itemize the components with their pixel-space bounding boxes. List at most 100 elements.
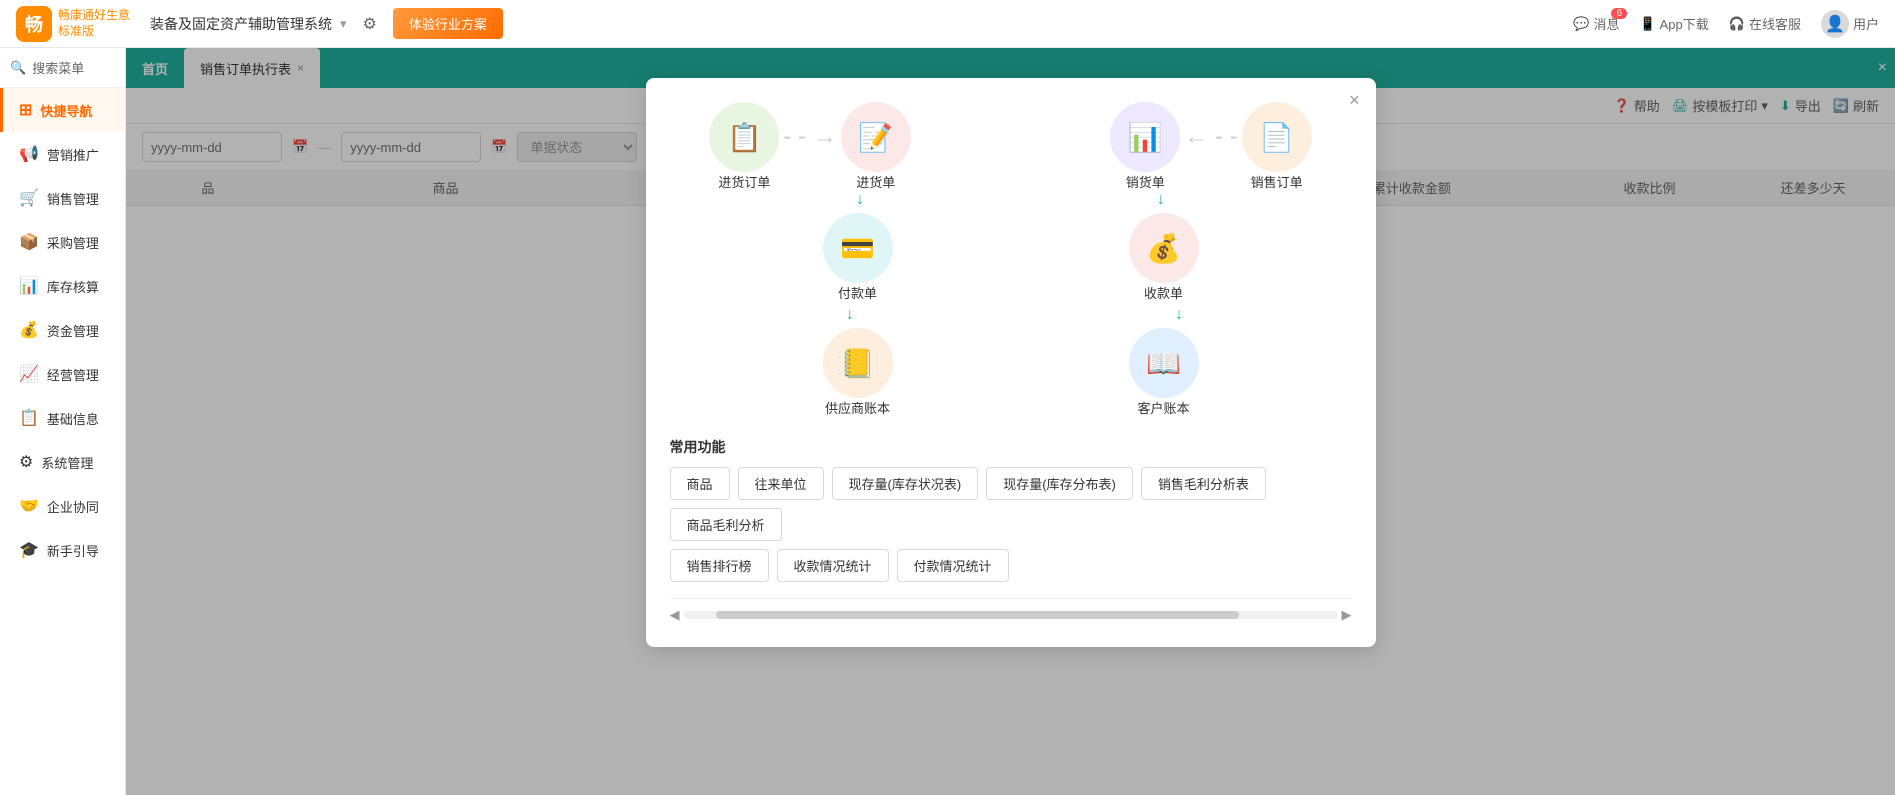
- marketing-icon: 📢: [19, 144, 39, 164]
- flow-item-purchase-bill[interactable]: 📝 进货单: [841, 102, 911, 191]
- system-title: 装备及固定资产辅助管理系统: [150, 14, 332, 34]
- customer-account-icon: 📖: [1146, 347, 1181, 380]
- cf-btn-stock-dist[interactable]: 现存量(库存分布表): [986, 467, 1133, 500]
- cf-btn-sales-profit[interactable]: 销售毛利分析表: [1141, 467, 1266, 500]
- inventory-icon: 📊: [19, 276, 39, 296]
- flow-item-receipt-bill[interactable]: 💰 收款单: [1129, 213, 1199, 302]
- cf-btn-stock-status[interactable]: 现存量(库存状况表): [832, 467, 979, 500]
- modal-overlay[interactable]: × 📋 进货订单 - - →: [126, 48, 1895, 795]
- receipt-bill-circle: 💰: [1129, 213, 1199, 283]
- customer-account-circle: 📖: [1129, 328, 1199, 398]
- down-arrow-pb: ↓: [825, 191, 895, 209]
- sidebar-item-quick-nav[interactable]: ⊞ 快捷导航: [0, 88, 125, 132]
- receipt-bill-icon: 💰: [1146, 232, 1181, 265]
- sidebar-item-finance[interactable]: 💰 资金管理: [0, 308, 125, 352]
- payment-bill-label: 付款单: [838, 283, 877, 302]
- cf-btn-partner[interactable]: 往来单位: [738, 467, 824, 500]
- sidebar-item-basic-info[interactable]: 📋 基础信息: [0, 396, 125, 440]
- customer-account-label: 客户账本: [1137, 398, 1189, 417]
- sidebar-item-operations[interactable]: 📈 经营管理: [0, 352, 125, 396]
- system-icon: ⚙: [19, 452, 33, 472]
- message-button[interactable]: 💬 消息 6: [1573, 14, 1619, 33]
- top-bar: 畅 畅康通好生意 标准版 装备及固定资产辅助管理系统 ▾ ⚙ 体验行业方案 💬 …: [0, 0, 1895, 48]
- search-icon: 🔍: [10, 60, 26, 76]
- purchase-bill-label: 进货单: [856, 172, 895, 191]
- down-arrow-pay: ↓: [742, 306, 846, 324]
- content-area: 首页 销售订单执行表 × × ❓ 帮助 🖨 按模板打印 ▾: [126, 48, 1895, 795]
- operations-icon: 📈: [19, 364, 39, 384]
- flow-item-sales-bill[interactable]: 📊 销货单: [1110, 102, 1180, 191]
- cf-btn-receipt-stats[interactable]: 收款情况统计: [777, 549, 889, 582]
- purchase-bill-icon: 📝: [858, 121, 893, 154]
- sidebar-item-cooperation[interactable]: 🤝 企业协同: [0, 484, 125, 528]
- avatar: 👤: [1821, 10, 1849, 38]
- purchase-order-icon: 📋: [727, 121, 762, 154]
- message-icon: 💬: [1573, 16, 1589, 32]
- cf-btn-sales-ranking[interactable]: 销售排行榜: [670, 549, 769, 582]
- flow-item-payment-bill[interactable]: 💳 付款单: [823, 213, 893, 302]
- arrow-po-pb: - - →: [783, 123, 836, 171]
- sidebar-item-system[interactable]: ⚙ 系统管理: [0, 440, 125, 484]
- sales-order-icon: 📄: [1259, 121, 1294, 154]
- supplier-account-label: 供应商账本: [825, 398, 890, 417]
- common-function-buttons: 商品 往来单位 现存量(库存状况表) 现存量(库存分布表) 销售毛利分析表 商品…: [670, 467, 1352, 541]
- flow-modal: × 📋 进货订单 - - →: [646, 78, 1376, 647]
- scroll-right-button[interactable]: ▶: [1342, 607, 1352, 623]
- sidebar-item-inventory[interactable]: 📊 库存核算: [0, 264, 125, 308]
- logo-area: 畅 畅康通好生意 标准版: [16, 6, 130, 42]
- logo-text: 畅康通好生意 标准版: [58, 8, 130, 39]
- cf-btn-product[interactable]: 商品: [670, 467, 730, 500]
- arrow-so-sb: ← - -: [1184, 123, 1237, 171]
- quick-nav-icon: ⊞: [19, 100, 32, 120]
- purchase-bill-circle: 📝: [841, 102, 911, 172]
- sidebar: 🔍 搜索菜单 ⊞ 快捷导航 📢 营销推广 🛒 销售管理 📦 采购管理 📊: [0, 48, 126, 795]
- flow-item-sales-order[interactable]: 📄 销售订单: [1242, 102, 1312, 191]
- payment-bill-icon: 💳: [840, 232, 875, 265]
- receipt-bill-label: 收款单: [1144, 283, 1183, 302]
- finance-icon: 💰: [19, 320, 39, 340]
- cf-btn-product-profit[interactable]: 商品毛利分析: [670, 508, 782, 541]
- online-service-button[interactable]: 🎧 在线客服: [1729, 14, 1801, 33]
- app-download-button[interactable]: 📱 App下载: [1639, 14, 1708, 33]
- experience-button[interactable]: 体验行业方案: [393, 8, 503, 39]
- sidebar-item-purchase[interactable]: 📦 采购管理: [0, 220, 125, 264]
- scrollbar-track: [684, 611, 1338, 619]
- flow-item-supplier-account[interactable]: 📒 供应商账本: [823, 328, 893, 417]
- app-wrapper: 畅 畅康通好生意 标准版 装备及固定资产辅助管理系统 ▾ ⚙ 体验行业方案 💬 …: [0, 0, 1895, 795]
- flow-item-purchase-order[interactable]: 📋 进货订单: [709, 102, 779, 191]
- message-badge: 6: [1611, 8, 1627, 19]
- purchase-icon: 📦: [19, 232, 39, 252]
- purchase-order-label: 进货订单: [718, 172, 770, 191]
- cooperation-icon: 🤝: [19, 496, 39, 516]
- common-functions-title: 常用功能: [670, 437, 1352, 457]
- modal-close-button[interactable]: ×: [1349, 90, 1360, 111]
- title-dropdown-icon[interactable]: ▾: [340, 16, 347, 32]
- top-right-actions: 💬 消息 6 📱 App下载 🎧 在线客服 👤 用户: [1573, 10, 1879, 38]
- guide-icon: 🎓: [19, 540, 39, 560]
- payment-bill-circle: 💳: [823, 213, 893, 283]
- sales-icon: 🛒: [19, 188, 39, 208]
- sidebar-item-sales[interactable]: 🛒 销售管理: [0, 176, 125, 220]
- sidebar-item-marketing[interactable]: 📢 营销推广: [0, 132, 125, 176]
- basic-info-icon: 📋: [19, 408, 39, 428]
- sidebar-item-guide[interactable]: 🎓 新手引导: [0, 528, 125, 572]
- sales-order-label: 销售订单: [1251, 172, 1303, 191]
- sales-order-circle: 📄: [1242, 102, 1312, 172]
- sales-bill-circle: 📊: [1110, 102, 1180, 172]
- user-menu[interactable]: 👤 用户: [1821, 10, 1879, 38]
- search-menu-button[interactable]: 🔍 搜索菜单: [0, 48, 125, 88]
- modal-scrollbar: ◀ ▶: [670, 598, 1352, 623]
- supplier-account-icon: 📒: [840, 347, 875, 380]
- supplier-account-circle: 📒: [823, 328, 893, 398]
- flow-item-customer-account[interactable]: 📖 客户账本: [1129, 328, 1199, 417]
- down-arrow-sb: ↓: [1126, 191, 1196, 209]
- scroll-left-button[interactable]: ◀: [670, 607, 680, 623]
- cf-btn-payment-stats[interactable]: 付款情况统计: [897, 549, 1009, 582]
- gear-icon[interactable]: ⚙: [363, 14, 377, 34]
- main-area: 🔍 搜索菜单 ⊞ 快捷导航 📢 营销推广 🛒 销售管理 📦 采购管理 📊: [0, 48, 1895, 795]
- down-arrow-rec: ↓: [1175, 306, 1279, 324]
- purchase-order-circle: 📋: [709, 102, 779, 172]
- logo-icon: 畅: [16, 6, 52, 42]
- scrollbar-thumb: [716, 611, 1239, 619]
- headset-icon: 🎧: [1729, 16, 1745, 32]
